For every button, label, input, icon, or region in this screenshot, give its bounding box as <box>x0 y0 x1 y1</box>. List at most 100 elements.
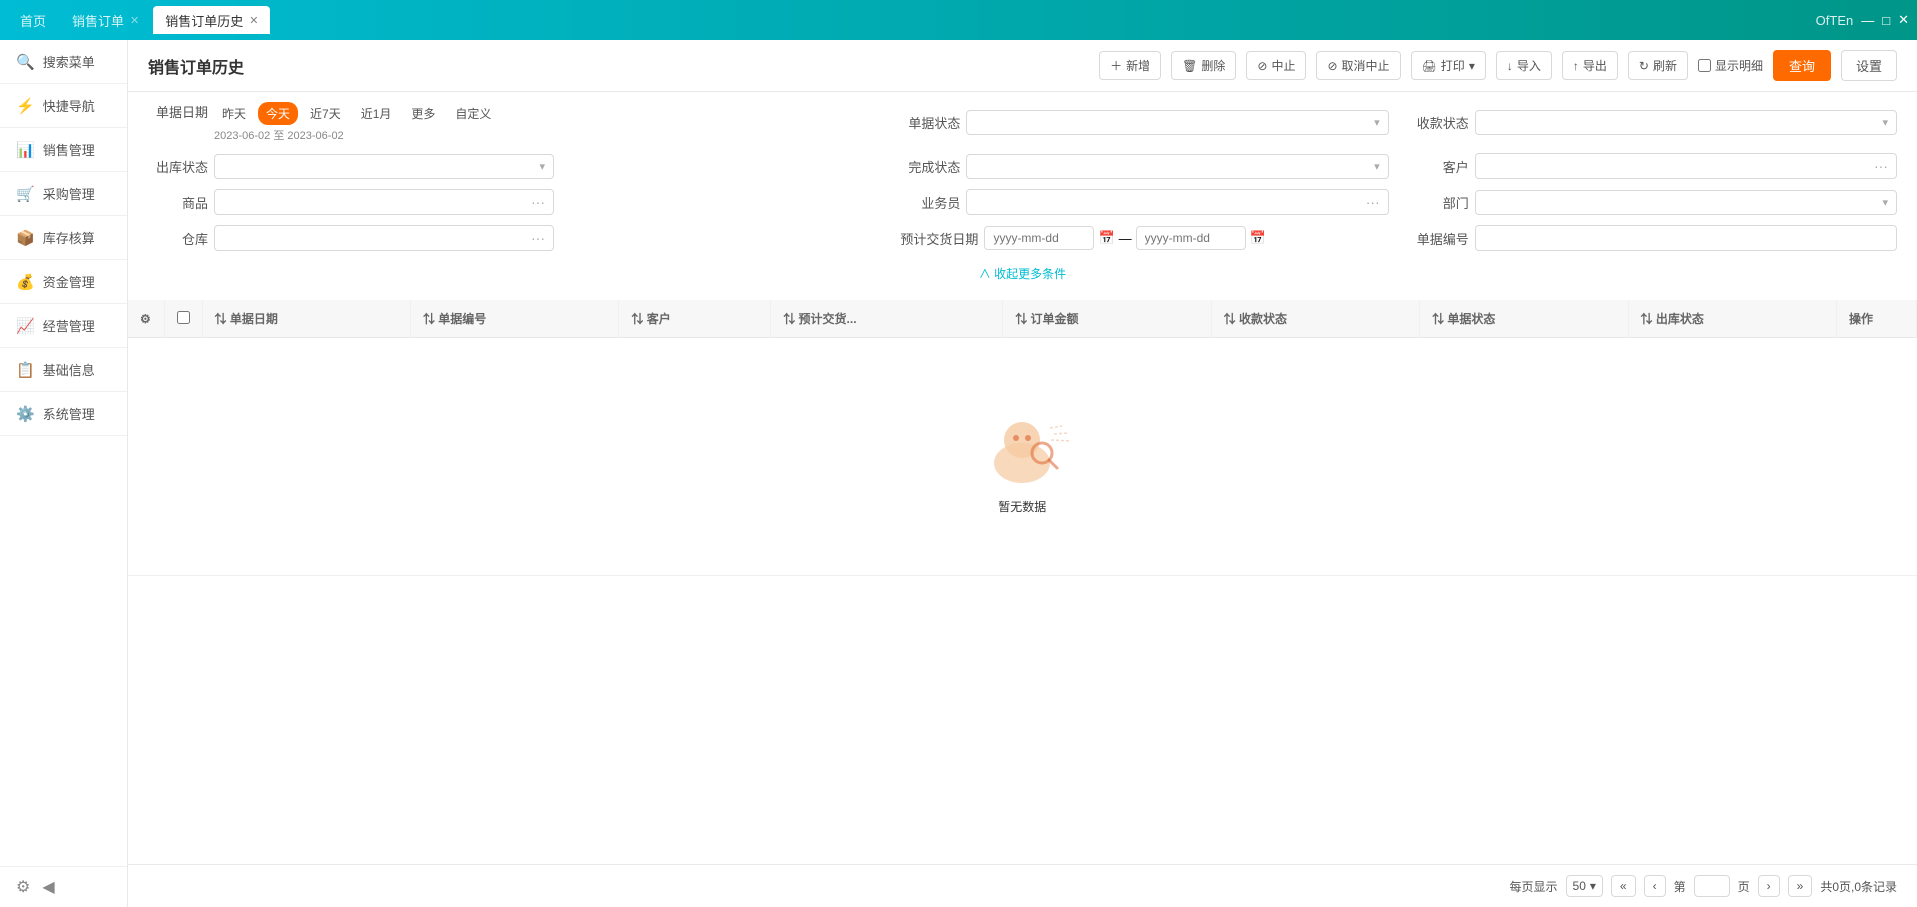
product-more-icon[interactable]: ··· <box>531 194 545 210</box>
btn-delete[interactable]: 🗑 删除 <box>1171 51 1236 80</box>
calendar-from-icon[interactable]: 📅 <box>1098 230 1114 246</box>
sidebar-settings-icon[interactable]: ⚙ <box>16 877 30 897</box>
tab-sales-order[interactable]: 销售订单 ✕ <box>60 6 151 34</box>
col-actions: 操作 <box>1837 300 1917 338</box>
page-label: 页 <box>1738 878 1750 895</box>
expected-delivery-from-input[interactable] <box>984 226 1094 250</box>
select-all-checkbox-cell[interactable] <box>164 300 202 338</box>
filter-date: 单据日期 昨天 今天 近7天 近1月 更多 自定义 2023-06-02 <box>148 102 880 143</box>
display-column-toggle[interactable]: 显示明细 <box>1698 57 1763 74</box>
order-status-arrow-icon: ▾ <box>1374 116 1380 129</box>
col-order-amount[interactable]: ⇅ 订单金额 <box>1003 300 1211 338</box>
filter-payment-status: 收款状态 ▾ <box>1409 110 1897 135</box>
close-history-tab[interactable]: ✕ <box>249 14 258 27</box>
btn-import-label: 导入 <box>1517 57 1541 74</box>
prev-page-btn[interactable]: ‹ <box>1644 875 1666 897</box>
payment-status-select[interactable]: ▾ <box>1475 110 1897 135</box>
customer-more-icon[interactable]: ··· <box>1874 158 1888 174</box>
sidebar-item-sales-mgmt[interactable]: 📊 销售管理 <box>0 128 127 172</box>
col-outbound-status[interactable]: ⇅ 出库状态 <box>1628 300 1836 338</box>
collapse-filters-btn[interactable]: ∧ 收起更多条件 <box>148 261 1897 290</box>
order-number-input[interactable] <box>1475 225 1897 251</box>
btn-query[interactable]: 查询 <box>1773 50 1831 81</box>
btn-new[interactable]: ＋ 新增 <box>1099 51 1161 80</box>
customer-label: 客户 <box>1409 157 1469 176</box>
top-bar-right: OfTEn — □ ✕ <box>1816 12 1909 28</box>
expected-delivery-to-input[interactable] <box>1136 226 1246 250</box>
btn-cancel-stop[interactable]: ⊘ 取消中止 <box>1316 51 1400 80</box>
btn-export[interactable]: ↑ 导出 <box>1562 51 1618 80</box>
col-customer[interactable]: ⇅ 客户 <box>619 300 771 338</box>
date-btn-custom[interactable]: 自定义 <box>447 102 499 125</box>
sidebar-item-search-menu-label: 搜索菜单 <box>43 52 95 71</box>
outbound-status-select[interactable]: ▾ <box>214 154 554 179</box>
product-label: 商品 <box>148 193 208 212</box>
col-payment-status[interactable]: ⇅ 收款状态 <box>1211 300 1419 338</box>
order-status-select[interactable]: ▾ <box>966 110 1388 135</box>
tab-sales-order-history[interactable]: 销售订单历史 ✕ <box>153 6 270 34</box>
date-btn-7days[interactable]: 近7天 <box>302 102 349 125</box>
close-sales-order-tab[interactable]: ✕ <box>130 14 139 27</box>
department-select[interactable]: ▾ <box>1475 190 1897 215</box>
maximize-btn[interactable]: □ <box>1882 13 1890 28</box>
minimize-btn[interactable]: — <box>1861 13 1874 28</box>
sidebar-item-search-menu[interactable]: 🔍 搜索菜单 <box>0 40 127 84</box>
btn-print[interactable]: 🖨 打印 ▾ <box>1411 51 1486 80</box>
calendar-to-icon[interactable]: 📅 <box>1250 230 1266 246</box>
sidebar-item-basic-info[interactable]: 📋 基础信息 <box>0 348 127 392</box>
sidebar-collapse-icon[interactable]: ◀ <box>42 877 54 897</box>
date-btn-1month[interactable]: 近1月 <box>353 102 400 125</box>
select-all-checkbox[interactable] <box>177 311 190 324</box>
completion-arrow-icon: ▾ <box>1374 160 1380 173</box>
page-size-select[interactable]: 50 ▾ <box>1566 875 1603 897</box>
print-icon: 🖨 <box>1422 59 1437 73</box>
table-area: ⚙ ⇅ 单据日期 ⇅ 单据编号 ⇅ 客户 <box>128 300 1917 864</box>
filter-completion-status: 完成状态 ▾ <box>900 154 1388 179</box>
sidebar-item-quick-nav[interactable]: ⚡ 快捷导航 <box>0 84 127 128</box>
btn-new-label: 新增 <box>1126 57 1150 74</box>
tab-home[interactable]: 首页 <box>8 6 58 34</box>
tab-list: 首页 销售订单 ✕ 销售订单历史 ✕ <box>8 0 270 40</box>
display-column-checkbox[interactable] <box>1698 59 1711 72</box>
refresh-icon: ↻ <box>1639 59 1649 73</box>
col-order-number[interactable]: ⇅ 单据编号 <box>410 300 618 338</box>
sidebar-item-system-mgmt[interactable]: ⚙️ 系统管理 <box>0 392 127 436</box>
table-settings-btn[interactable]: ⚙ <box>128 300 164 338</box>
col-order-status[interactable]: ⇅ 单据状态 <box>1420 300 1628 338</box>
sidebar-item-inventory[interactable]: 📦 库存核算 <box>0 216 127 260</box>
completion-status-select[interactable]: ▾ <box>966 154 1388 179</box>
btn-setting[interactable]: 设置 <box>1841 50 1897 81</box>
salesperson-more-icon[interactable]: ··· <box>1366 194 1380 210</box>
date-btn-today[interactable]: 今天 <box>258 102 298 125</box>
btn-stop[interactable]: ⊘ 中止 <box>1246 51 1306 80</box>
order-number-label: 单据编号 <box>1409 229 1469 248</box>
pagination-bar: 每页显示 50 ▾ « ‹ 第 1 页 › » 共0页,0条记录 <box>128 864 1917 907</box>
total-info: 共0页,0条记录 <box>1820 878 1897 895</box>
sidebar-item-operations[interactable]: 📈 经营管理 <box>0 304 127 348</box>
warehouse-more-icon[interactable]: ··· <box>531 230 545 246</box>
sidebar-item-purchase-mgmt[interactable]: 🛒 采购管理 <box>0 172 127 216</box>
close-btn[interactable]: ✕ <box>1898 12 1909 28</box>
current-page-input[interactable]: 1 <box>1694 875 1730 897</box>
date-btn-more[interactable]: 更多 <box>403 102 443 125</box>
date-btn-yesterday[interactable]: 昨天 <box>214 102 254 125</box>
filter-product: 商品 ··· <box>148 189 880 215</box>
prev-page-icon: ‹ <box>1653 879 1657 893</box>
col-outbound-status-label: 出库状态 <box>1656 312 1704 326</box>
last-page-btn[interactable]: » <box>1788 875 1813 897</box>
first-page-btn[interactable]: « <box>1611 875 1636 897</box>
next-page-btn[interactable]: › <box>1758 875 1780 897</box>
btn-import[interactable]: ↓ 导入 <box>1496 51 1552 80</box>
warehouse-label: 仓库 <box>148 229 208 248</box>
col-expected-delivery[interactable]: ⇅ 预计交货... <box>771 300 1003 338</box>
department-label: 部门 <box>1409 193 1469 212</box>
tab-sales-order-history-label: 销售订单历史 <box>165 11 243 30</box>
sidebar-item-purchase-mgmt-label: 采购管理 <box>43 184 95 203</box>
sidebar-item-finance[interactable]: 💰 资金管理 <box>0 260 127 304</box>
btn-refresh[interactable]: ↻ 刷新 <box>1628 51 1688 80</box>
date-quick-btns: 昨天 今天 近7天 近1月 更多 自定义 <box>214 102 499 125</box>
col-order-date[interactable]: ⇅ 单据日期 <box>202 300 410 338</box>
salesperson-label: 业务员 <box>900 193 960 212</box>
search-menu-icon: 🔍 <box>16 53 35 71</box>
order-status-label: 单据状态 <box>900 113 960 132</box>
